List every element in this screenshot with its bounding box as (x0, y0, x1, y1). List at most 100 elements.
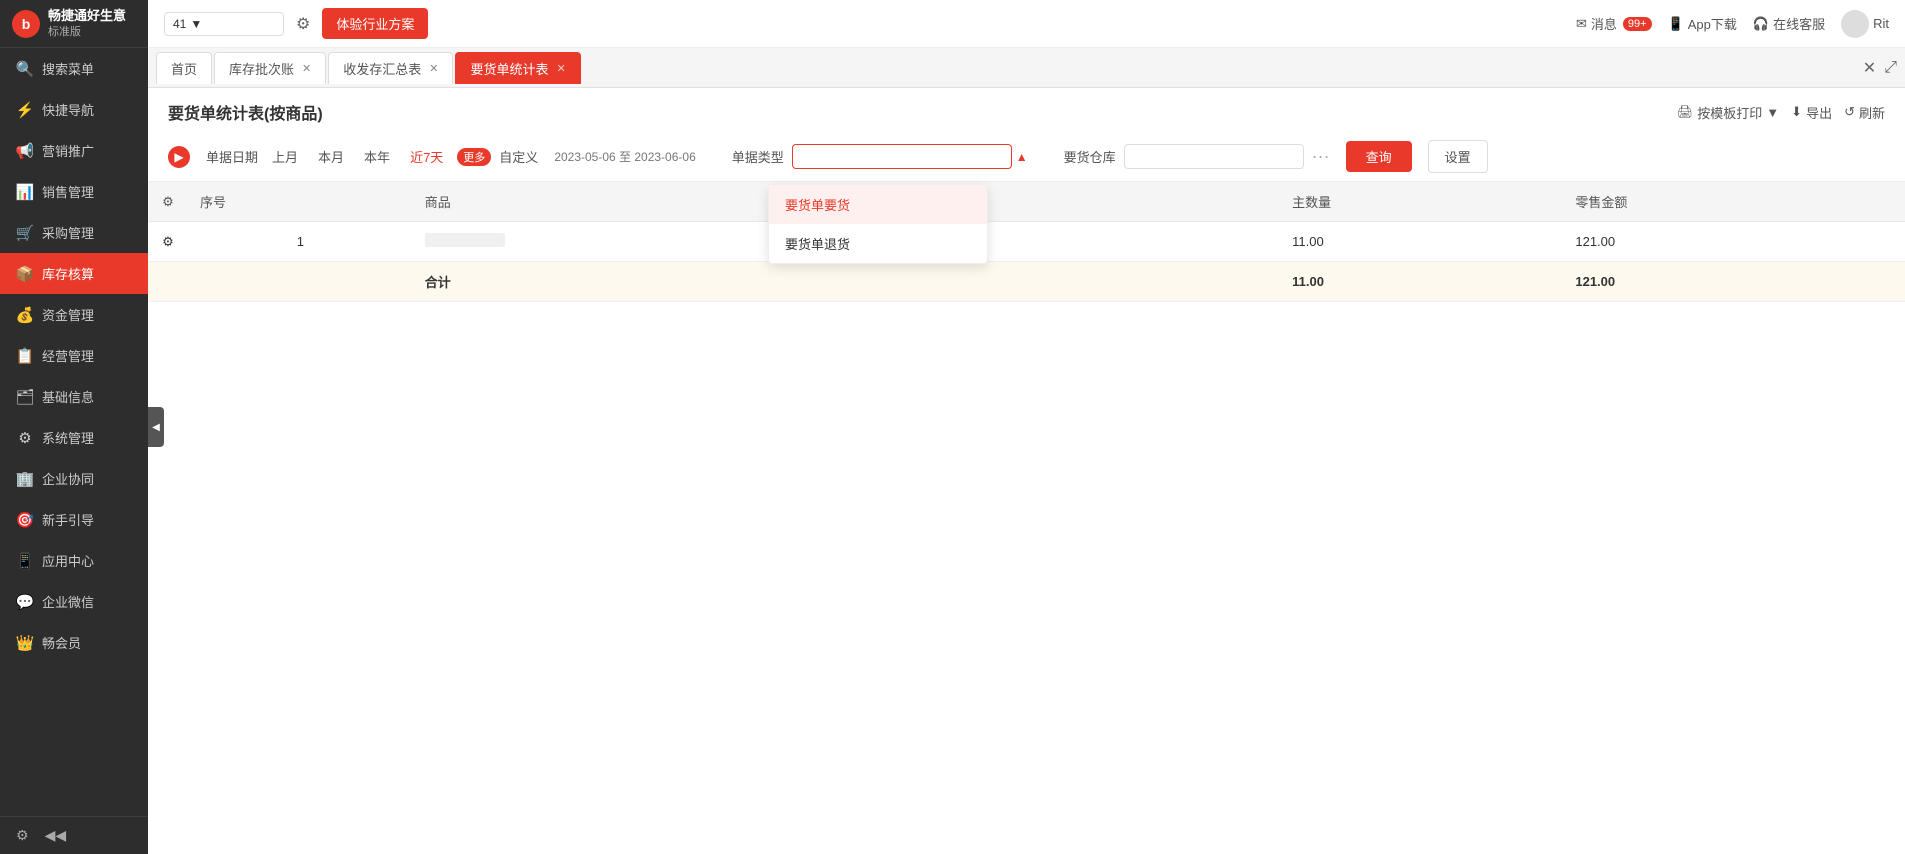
sidebar-label-finance: 资金管理 (42, 305, 94, 324)
sidebar-label-enterprise: 企业协同 (42, 469, 94, 488)
date-custom-btn[interactable]: 自定义 (499, 147, 538, 166)
sidebar-item-guide[interactable]: 🎯 新手引导 (0, 499, 148, 540)
type-filter-input[interactable] (792, 144, 1012, 169)
system-icon: ⚙ (16, 429, 34, 447)
date-btn-this-month[interactable]: 本月 (312, 145, 350, 168)
trial-button[interactable]: 体验行业方案 (322, 8, 428, 39)
sidebar-item-finance[interactable]: 💰资金管理 (0, 294, 148, 335)
enterprise-icon: 🏢 (16, 470, 34, 488)
sidebar-collapse-btn[interactable]: ◀ (148, 407, 164, 447)
sidebar-label-base-info: 基础信息 (42, 387, 94, 406)
messages-label: 消息 (1591, 14, 1617, 33)
sidebar-item-quick-nav[interactable]: ⚡快捷导航 (0, 89, 148, 130)
sidebar-bottom: ⚙ ◀◀ (0, 816, 148, 854)
footer-amount: 121.00 (1563, 262, 1905, 302)
filter-expand-button[interactable]: ▶ (168, 146, 190, 168)
date-filter-group: 单据日期 上月 本月 本年 近7天 更多 自定义 (206, 145, 538, 168)
warehouse-filter-label: 要货仓库 (1064, 147, 1116, 166)
user-avatar (1841, 10, 1869, 38)
export-button[interactable]: ⬇ 导出 (1791, 103, 1832, 122)
refresh-icon: ↺ (1844, 104, 1855, 120)
sidebar-item-inventory[interactable]: 📦库存核算 (0, 253, 148, 294)
sidebar-item-base-info[interactable]: 🗂 基础信息 (0, 376, 148, 417)
table-container: ⚙ 序号 商品 主计量单位 主数量 零售金额 ⚙ 1 块 11.00 121.0… (148, 182, 1905, 302)
sidebar-item-member[interactable]: 👑畅会员 (0, 622, 148, 663)
print-dropdown-icon: ▼ (1766, 105, 1779, 120)
member-icon: 👑 (16, 634, 34, 652)
warehouse-filter-group: 要货仓库 ··· (1064, 144, 1330, 169)
tab-home[interactable]: 首页 (156, 52, 212, 84)
type-filter-label: 单据类型 (732, 147, 784, 166)
date-btn-this-year[interactable]: 本年 (358, 145, 396, 168)
sidebar-label-wechat: 企业微信 (42, 592, 94, 611)
tab-bar: 首页库存批次账✕收发存汇总表✕要货单统计表✕ ✕ ⤢ (148, 48, 1905, 88)
col-amount: 零售金额 (1563, 182, 1905, 222)
guide-icon: 🎯 (16, 511, 34, 529)
sidebar-item-marketing[interactable]: 📢 营销推广 (0, 130, 148, 171)
tab-demand-stats[interactable]: 要货单统计表✕ (455, 52, 580, 84)
sidebar-item-system[interactable]: ⚙系统管理 (0, 417, 148, 458)
dropdown-item-return[interactable]: 要货单退货 (769, 224, 987, 263)
sidebar-item-app-center[interactable]: 📱应用中心 (0, 540, 148, 581)
col-settings[interactable]: ⚙ (148, 182, 188, 222)
print-button[interactable]: 🖨 按模板打印 ▼ (1677, 103, 1779, 122)
base-info-icon: 🗂 (16, 388, 34, 406)
user-profile[interactable]: Rit (1841, 10, 1889, 38)
type-dropdown: 要货单要货 要货单退货 (768, 184, 988, 264)
date-more-badge[interactable]: 更多 (457, 148, 491, 166)
sidebar-item-operation[interactable]: 📋经营管理 (0, 335, 148, 376)
app-version: 标准版 (48, 25, 126, 39)
logo-icon: b (12, 10, 40, 38)
sidebar-item-purchase[interactable]: 🛒采购管理 (0, 212, 148, 253)
tab-close-collect-summary[interactable]: ✕ (429, 62, 438, 75)
collapse-icon[interactable]: ◀◀ (45, 827, 67, 844)
tab-close-inventory-batch[interactable]: ✕ (302, 62, 311, 75)
headset-icon: 🎧 (1753, 16, 1769, 32)
row-settings[interactable]: ⚙ (148, 222, 188, 262)
footer-label: 合计 (413, 262, 880, 302)
sidebar-label-guide: 新手引导 (42, 510, 94, 529)
marketing-icon: 📢 (16, 142, 34, 160)
wechat-icon: 💬 (16, 593, 34, 611)
tenant-selector[interactable]: 41 ▼ (164, 12, 284, 36)
app-download-action[interactable]: 📱 App下载 (1668, 14, 1737, 33)
app-download-label: App下载 (1688, 14, 1737, 33)
export-icon: ⬇ (1791, 104, 1802, 120)
dropdown-item-order[interactable]: 要货单要货 (769, 185, 987, 224)
row-num: 1 (188, 222, 413, 262)
sidebar: b 畅捷通好生意 标准版 🔍搜索菜单⚡快捷导航📢营销推广📊销售管理🛒采购管理📦库… (0, 0, 148, 854)
sidebar-label-sales: 销售管理 (42, 182, 94, 201)
sidebar-item-search[interactable]: 🔍搜索菜单 (0, 48, 148, 89)
tab-close-all-icon[interactable]: ✕ (1863, 58, 1876, 78)
tab-expand-icon[interactable]: ⤢ (1884, 59, 1897, 77)
online-service-action[interactable]: 🎧 在线客服 (1753, 14, 1825, 33)
tab-inventory-batch[interactable]: 库存批次账✕ (214, 52, 326, 84)
online-service-label: 在线客服 (1773, 14, 1825, 33)
refresh-button[interactable]: ↺ 刷新 (1844, 103, 1885, 122)
date-btn-last7[interactable]: 近7天 (404, 145, 449, 168)
date-range-text: 2023-05-06 至 2023-06-06 (554, 150, 695, 164)
sidebar-item-sales[interactable]: 📊销售管理 (0, 171, 148, 212)
sidebar-label-app-center: 应用中心 (42, 551, 94, 570)
page-title: 要货单统计表(按商品) (168, 100, 323, 124)
tab-close-demand-stats[interactable]: ✕ (557, 62, 566, 75)
settings-bottom-icon[interactable]: ⚙ (16, 827, 29, 844)
row-settings-icon[interactable]: ⚙ (162, 234, 174, 249)
tab-label-collect-summary: 收发存汇总表 (343, 59, 421, 78)
query-button[interactable]: 查询 (1346, 141, 1412, 172)
sidebar-label-marketing: 营销推广 (42, 141, 94, 160)
date-btn-last-month[interactable]: 上月 (266, 145, 304, 168)
tab-collect-summary[interactable]: 收发存汇总表 ✕ (328, 52, 453, 84)
page-header: 要货单统计表(按商品) 🖨 按模板打印 ▼ ⬇ 导出 ↺ 刷新 (148, 88, 1905, 132)
inventory-icon: 📦 (16, 265, 34, 283)
type-filter-arrow-icon[interactable]: ▲ (1016, 150, 1028, 164)
filter-settings-button[interactable]: 设置 (1428, 140, 1488, 173)
warehouse-filter-input[interactable] (1124, 144, 1304, 169)
table-row: ⚙ 1 块 11.00 121.00 (148, 222, 1905, 262)
sidebar-item-wechat[interactable]: 💬 企业微信 (0, 581, 148, 622)
header-settings-icon[interactable]: ⚙ (296, 14, 310, 34)
sidebar-item-enterprise[interactable]: 🏢 企业协同 (0, 458, 148, 499)
filter-more-icon[interactable]: ··· (1312, 146, 1330, 167)
top-header: 41 ▼ ⚙ 体验行业方案 ✉ 消息 99+ 📱 App下载 🎧 在线客服 R (148, 0, 1905, 48)
messages-action[interactable]: ✉ 消息 99+ (1576, 14, 1652, 33)
